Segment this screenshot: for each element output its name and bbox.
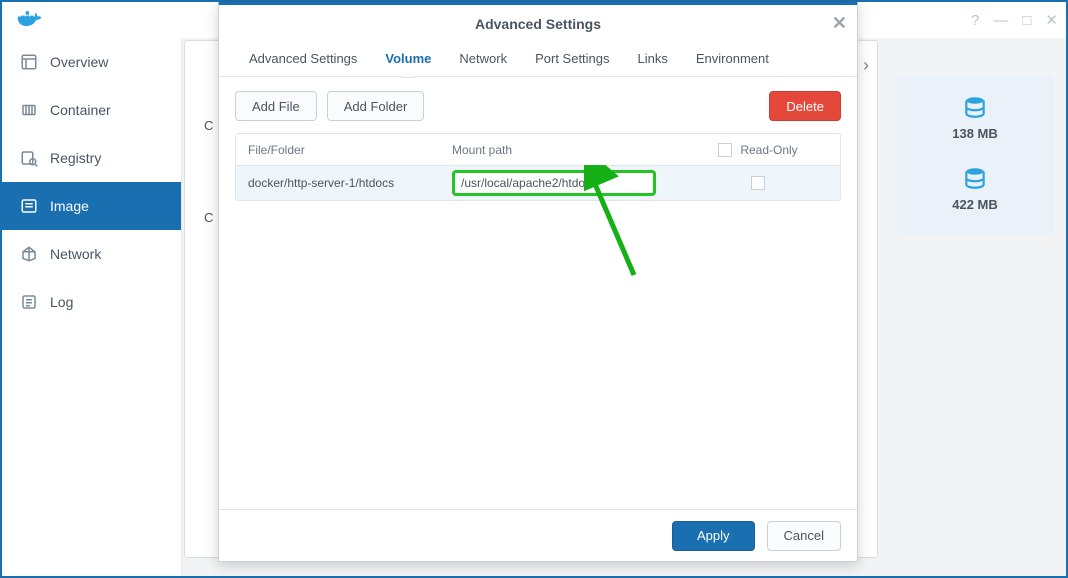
tab-label: Volume [385,51,431,66]
tab-advanced-settings[interactable]: Advanced Settings [235,43,371,76]
sidebar-item-network[interactable]: Network [2,230,181,278]
chevron-right-icon[interactable]: › [863,55,869,76]
image-size-item[interactable]: 422 MB [896,155,1054,226]
window-maximize-icon[interactable]: □ [1022,12,1031,29]
sidebar-item-registry[interactable]: Registry [2,134,181,182]
sidebar-item-log[interactable]: Log [2,278,181,326]
sidebar-item-label: Container [50,102,111,118]
sidebar-item-label: Image [50,198,89,214]
sidebar-item-container[interactable]: Container [2,86,181,134]
table-row[interactable]: docker/http-server-1/htdocs [236,166,840,200]
tab-label: Network [459,51,507,66]
modal-body: Add File Add Folder Delete File/Folder M… [219,77,857,509]
advanced-settings-modal: Advanced Settings ✕ Advanced Settings Vo… [218,2,858,562]
image-icon [20,197,38,215]
add-file-button[interactable]: Add File [235,91,317,121]
table-header-row: File/Folder Mount path Read-Only [236,134,840,166]
modal-header: Advanced Settings ✕ [219,5,857,43]
cell-read-only [676,176,840,190]
tab-network[interactable]: Network [445,43,521,76]
sidebar: Overview Container Registry Image Networ… [2,38,182,576]
disk-stack-icon [962,165,988,191]
tab-label: Environment [696,51,769,66]
sidebar-item-label: Registry [50,150,101,166]
disk-stack-icon [962,94,988,120]
window-controls: ? — □ ✕ [971,11,1058,29]
overview-icon [20,53,38,71]
tab-label: Advanced Settings [249,51,357,66]
window-minimize-icon[interactable]: — [993,12,1008,29]
tab-links[interactable]: Links [624,43,682,76]
docker-whale-icon [16,6,44,34]
delete-button[interactable]: Delete [769,91,841,121]
sidebar-item-label: Log [50,294,73,310]
sidebar-item-overview[interactable]: Overview [2,38,181,86]
sidebar-item-label: Overview [50,54,108,70]
read-only-checkbox[interactable] [751,176,765,190]
tab-label: Port Settings [535,51,609,66]
cancel-button[interactable]: Cancel [767,521,841,551]
cell-file-folder[interactable]: docker/http-server-1/htdocs [236,176,446,190]
modal-title: Advanced Settings [475,16,601,32]
window-close-icon[interactable]: ✕ [1045,11,1058,29]
image-size-panel: 138 MB 422 MB [896,76,1054,234]
window-help-icon[interactable]: ? [971,12,979,29]
tab-label: Links [638,51,668,66]
obscured-char: C [204,210,213,225]
volumes-table: File/Folder Mount path Read-Only docker/… [235,133,841,201]
image-size-label: 422 MB [952,197,998,212]
registry-icon [20,149,38,167]
image-size-item[interactable]: 138 MB [896,84,1054,155]
modal-tabs: Advanced Settings Volume Network Port Se… [219,43,857,77]
col-header-read-only-label: Read-Only [740,143,797,157]
col-header-mount-path[interactable]: Mount path [446,143,676,157]
apply-button[interactable]: Apply [672,521,755,551]
col-header-read-only[interactable]: Read-Only [676,143,840,157]
network-icon [20,245,38,263]
modal-footer: Apply Cancel [219,509,857,561]
checkbox-icon[interactable] [718,143,732,157]
mount-path-input[interactable] [452,170,656,196]
log-icon [20,293,38,311]
cell-mount-path [446,170,676,196]
image-size-label: 138 MB [952,126,998,141]
add-folder-button[interactable]: Add Folder [327,91,425,121]
container-icon [20,101,38,119]
sidebar-item-label: Network [50,246,101,262]
tab-volume[interactable]: Volume [371,43,445,76]
toolbar: Add File Add Folder Delete [235,91,841,121]
tab-port-settings[interactable]: Port Settings [521,43,623,76]
sidebar-item-image[interactable]: Image [2,182,181,230]
close-icon[interactable]: ✕ [832,13,847,34]
tab-environment[interactable]: Environment [682,43,783,76]
obscured-char: C [204,118,213,133]
col-header-file-folder[interactable]: File/Folder [236,143,446,157]
